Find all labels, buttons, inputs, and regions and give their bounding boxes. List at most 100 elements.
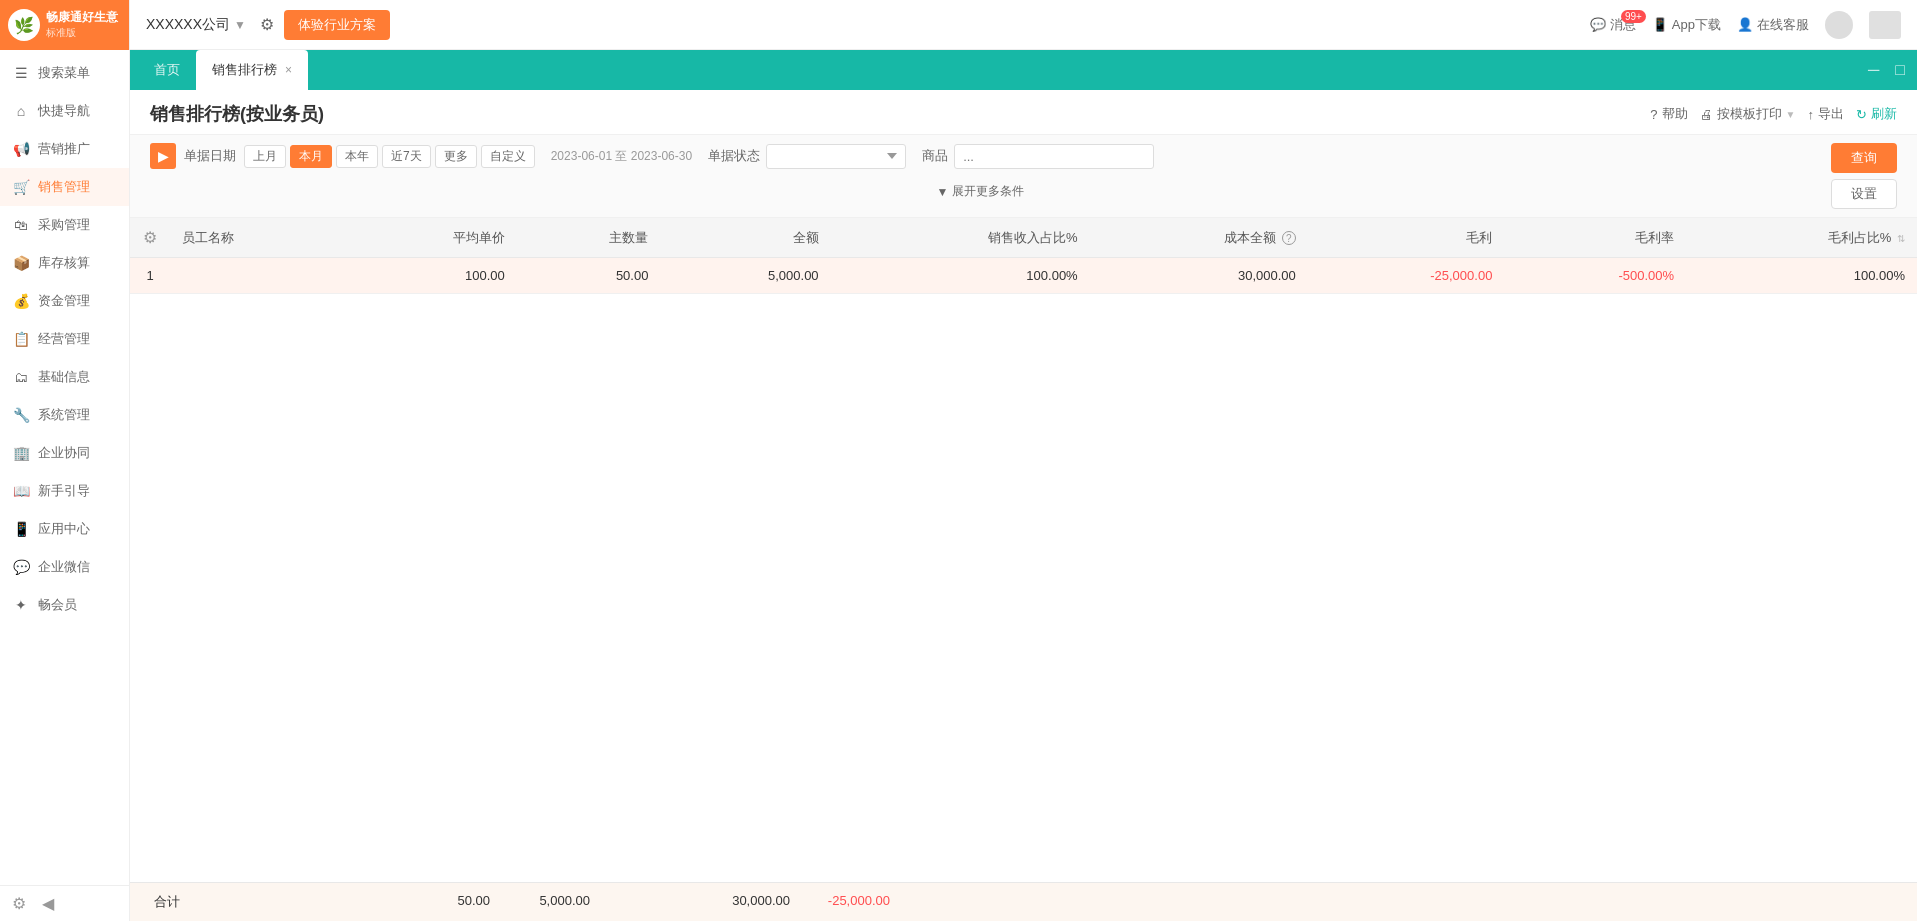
print-chevron-icon: ▼ [1786, 109, 1796, 120]
date-btn-this-month[interactable]: 本月 [290, 145, 332, 168]
date-btn-last-7[interactable]: 近7天 [382, 145, 431, 168]
status-select[interactable] [766, 144, 906, 169]
cell-avg-price: 100.00 [343, 258, 516, 294]
cell-amount: 5,000.00 [660, 258, 830, 294]
app-download-button[interactable]: 📱 App下载 [1652, 16, 1721, 34]
date-btn-last-month[interactable]: 上月 [244, 145, 286, 168]
system-icon: 🔧 [12, 407, 30, 423]
trial-button[interactable]: 体验行业方案 [284, 10, 390, 40]
sidebar-item-enterprise[interactable]: 🏢 企业协同 [0, 434, 129, 472]
basics-icon: 🗂 [12, 369, 30, 385]
service-icon: 👤 [1737, 17, 1753, 32]
help-circle-icon: ? [1650, 107, 1657, 122]
topbar-gear-icon[interactable]: ⚙ [260, 15, 274, 34]
col-settings[interactable]: ⚙ [130, 218, 170, 258]
topbar-right: 💬 消息 99+ 📱 App下载 👤 在线客服 [1590, 11, 1901, 39]
main-area: XXXXXX公司 ▼ ⚙ 体验行业方案 💬 消息 99+ 📱 App下载 👤 在… [130, 0, 1917, 921]
col-gross: 毛利 [1308, 218, 1505, 258]
footer-amount: 5,000.00 [502, 893, 602, 911]
date-btn-custom[interactable]: 自定义 [481, 145, 535, 168]
phone-icon: 📱 [1652, 17, 1668, 32]
goods-input[interactable] [954, 144, 1154, 169]
messages-button[interactable]: 💬 消息 99+ [1590, 16, 1636, 34]
settings-icon[interactable]: ⚙ [12, 894, 26, 913]
sidebar-item-label: 搜索菜单 [38, 64, 90, 82]
tab-home[interactable]: 首页 [138, 50, 196, 90]
cell-rank: 1 [130, 258, 170, 294]
sidebar-logo: 🌿 畅康通好生意 标准版 [0, 0, 129, 50]
gross-pct-sort-icon[interactable]: ⇅ [1897, 233, 1905, 244]
query-button[interactable]: 查询 [1831, 143, 1897, 173]
footer-cost: 30,000.00 [702, 893, 802, 911]
sidebar-item-marketing[interactable]: 📢 营销推广 [0, 130, 129, 168]
sidebar-item-label: 销售管理 [38, 178, 90, 196]
tabbar: 首页 销售排行榜 × ─ □ [130, 50, 1917, 90]
expand-label: 展开更多条件 [952, 183, 1024, 200]
cell-gross: -25,000.00 [1308, 258, 1505, 294]
sidebar-item-wechat[interactable]: 💬 企业微信 [0, 548, 129, 586]
export-label: 导出 [1818, 105, 1844, 123]
sidebar-item-apps[interactable]: 📱 应用中心 [0, 510, 129, 548]
sidebar-item-member[interactable]: ✦ 畅会员 [0, 586, 129, 624]
finance-icon: 💰 [12, 293, 30, 309]
sidebar-item-label: 系统管理 [38, 406, 90, 424]
sidebar-item-quicknav[interactable]: ⌂ 快捷导航 [0, 92, 129, 130]
service-label: 在线客服 [1757, 16, 1809, 34]
logo-title: 畅康通好生意 [46, 10, 118, 26]
sidebar-item-inventory[interactable]: 📦 库存核算 [0, 244, 129, 282]
sidebar-item-search[interactable]: ☰ 搜索菜单 [0, 54, 129, 92]
sidebar-item-purchase[interactable]: 🛍 采购管理 [0, 206, 129, 244]
print-button[interactable]: 🖨 按模板打印 ▼ [1700, 105, 1796, 123]
tab-close-icon[interactable]: × [285, 63, 292, 77]
date-btn-this-year[interactable]: 本年 [336, 145, 378, 168]
company-chevron-icon: ▼ [234, 18, 246, 32]
sidebar-item-operations[interactable]: 📋 经营管理 [0, 320, 129, 358]
cost-help-icon[interactable]: ? [1282, 231, 1296, 245]
expand-row: ▼ 展开更多条件 [150, 179, 1811, 204]
date-btn-more[interactable]: 更多 [435, 145, 477, 168]
user-avatar[interactable] [1825, 11, 1853, 39]
sidebar-item-basics[interactable]: 🗂 基础信息 [0, 358, 129, 396]
sidebar-item-label: 经营管理 [38, 330, 90, 348]
help-button[interactable]: ? 帮助 [1650, 105, 1687, 123]
export-icon: ↑ [1808, 107, 1815, 122]
refresh-icon: ↻ [1856, 107, 1867, 122]
sidebar-item-system[interactable]: 🔧 系统管理 [0, 396, 129, 434]
table-row: 1 100.00 50.00 5,000.00 100.00% 30,000.0… [130, 258, 1917, 294]
logo-sub: 标准版 [46, 26, 118, 40]
cell-qty: 50.00 [517, 258, 661, 294]
sales-rank-table: ⚙ 员工名称 平均单价 主数量 全额 [130, 218, 1917, 294]
tab-home-label: 首页 [154, 61, 180, 79]
sidebar-item-finance[interactable]: 💰 资金管理 [0, 282, 129, 320]
page-header: 销售排行榜(按业务员) ? 帮助 🖨 按模板打印 ▼ ↑ 导出 ↻ 刷新 [130, 90, 1917, 135]
content-area: 销售排行榜(按业务员) ? 帮助 🖨 按模板打印 ▼ ↑ 导出 ↻ 刷新 [130, 90, 1917, 921]
collapse-icon[interactable]: ◀ [42, 894, 54, 913]
online-service-button[interactable]: 👤 在线客服 [1737, 16, 1809, 34]
home-icon: ⌂ [12, 103, 30, 119]
date-nav-button[interactable]: ▶ [150, 143, 176, 169]
col-qty: 主数量 [517, 218, 661, 258]
cell-cost: 30,000.00 [1090, 258, 1308, 294]
tab-sales-rank-label: 销售排行榜 [212, 61, 277, 79]
filter-top: ▶ 单据日期 上月 本月 本年 近7天 更多 自定义 2023 [150, 143, 1897, 209]
company-selector[interactable]: XXXXXX公司 ▼ [146, 16, 246, 34]
sidebar-item-label: 畅会员 [38, 596, 77, 614]
export-button[interactable]: ↑ 导出 [1808, 105, 1845, 123]
sidebar-item-sales[interactable]: 🛒 销售管理 [0, 168, 129, 206]
operations-icon: 📋 [12, 331, 30, 347]
tab-minimize-icon[interactable]: ─ [1864, 57, 1883, 83]
tab-sales-rank[interactable]: 销售排行榜 × [196, 50, 308, 90]
expand-more-button[interactable]: ▼ 展开更多条件 [937, 183, 1025, 200]
logo-icon: 🌿 [8, 9, 40, 41]
col-gross-pct: 毛利占比% ⇅ [1686, 218, 1917, 258]
table-footer: 合计 50.00 5,000.00 30,000.00 -25,000.00 [130, 882, 1917, 921]
filter-section: ▶ 单据日期 上月 本月 本年 近7天 更多 自定义 2023 [130, 135, 1917, 218]
tab-maximize-icon[interactable]: □ [1891, 57, 1909, 83]
refresh-button[interactable]: ↻ 刷新 [1856, 105, 1897, 123]
help-label: 帮助 [1662, 105, 1688, 123]
sales-icon: 🛒 [12, 179, 30, 195]
settings-button[interactable]: 设置 [1831, 179, 1897, 209]
col-cost: 成本全额 ? [1090, 218, 1308, 258]
message-badge: 99+ [1621, 10, 1646, 23]
sidebar-item-guide[interactable]: 📖 新手引导 [0, 472, 129, 510]
